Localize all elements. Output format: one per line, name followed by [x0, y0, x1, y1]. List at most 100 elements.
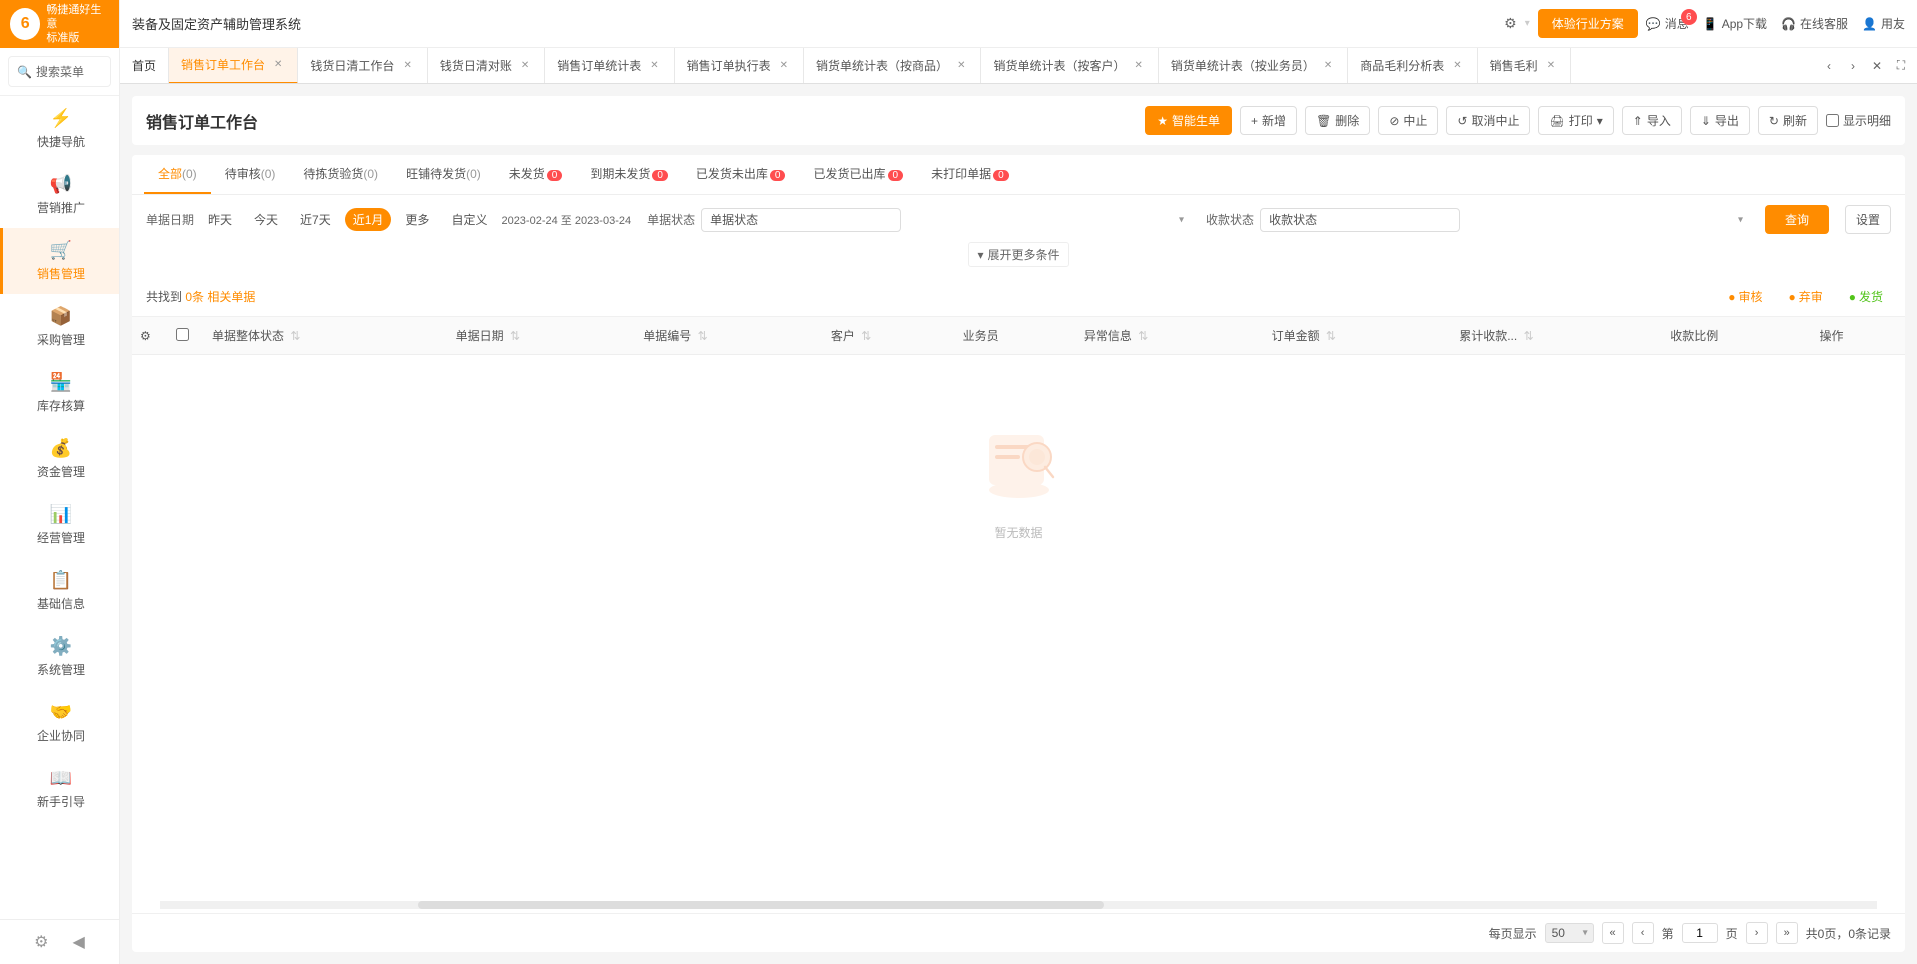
col-number[interactable]: 单据编号 ⇅: [635, 317, 823, 355]
tabs-fullscreen-button[interactable]: ⛶: [1889, 54, 1913, 78]
subtab-unprinted[interactable]: 未打印单据0: [917, 155, 1023, 194]
col-received[interactable]: 累计收款... ⇅: [1451, 317, 1662, 355]
date-opt-1month[interactable]: 近1月: [345, 208, 392, 231]
tab-sales-product[interactable]: 销货单统计表（按商品） ✕: [804, 48, 981, 84]
review-quick-button[interactable]: ● 审核: [1720, 285, 1770, 308]
settings-bottom-button[interactable]: ⚙: [26, 928, 56, 956]
refresh-button[interactable]: ↻ 刷新: [1758, 106, 1818, 135]
tab-sales-exec-close[interactable]: ✕: [777, 59, 791, 72]
cancel-suspend-button[interactable]: ↺ 取消中止: [1446, 106, 1530, 135]
subtab-pending-check[interactable]: 待拣货验货(0): [289, 155, 392, 194]
expand-filter-button[interactable]: ▾ 展开更多条件: [968, 242, 1068, 267]
date-opt-today[interactable]: 今天: [246, 208, 286, 231]
tabs-prev-button[interactable]: ‹: [1817, 54, 1841, 78]
tab-sales-staff[interactable]: 销货单统计表（按业务员） ✕: [1159, 48, 1348, 84]
smart-create-button[interactable]: ★ 智能生单: [1145, 106, 1232, 135]
sidebar-item-marketing[interactable]: 📢 营销推广: [0, 162, 119, 228]
payment-select[interactable]: 收款状态: [1260, 208, 1460, 232]
tab-sales-order-close[interactable]: ✕: [271, 58, 285, 71]
tab-sales-customer[interactable]: 销货单统计表（按客户） ✕: [981, 48, 1158, 84]
date-opt-more[interactable]: 更多: [397, 208, 437, 231]
last-page-button[interactable]: »: [1776, 922, 1798, 944]
date-opt-yesterday[interactable]: 昨天: [200, 208, 240, 231]
tab-cash-verify-close[interactable]: ✕: [518, 59, 532, 72]
delete-button[interactable]: 🗑 删除: [1305, 106, 1370, 135]
sidebar-item-quicknav[interactable]: ⚡ 快捷导航: [0, 96, 119, 162]
show-detail-label[interactable]: 显示明细: [1826, 112, 1891, 129]
add-button[interactable]: + 新增: [1240, 106, 1297, 135]
solution-button[interactable]: 体验行业方案: [1538, 9, 1638, 38]
col-exception[interactable]: 异常信息 ⇅: [1076, 317, 1264, 355]
sidebar-item-inventory[interactable]: 🏪 库存核算: [0, 360, 119, 426]
col-date[interactable]: 单据日期 ⇅: [448, 317, 636, 355]
tab-cash-verify[interactable]: 钱货日清对账 ✕: [428, 48, 545, 84]
subtab-wangpu-ship[interactable]: 旺铺待发货(0): [392, 155, 495, 194]
sidebar-item-finance[interactable]: 💰 资金管理: [0, 426, 119, 492]
prev-page-button[interactable]: ‹: [1632, 922, 1654, 944]
col-salesperson[interactable]: 业务员: [955, 317, 1076, 355]
tab-sales-staff-close[interactable]: ✕: [1321, 59, 1335, 72]
search-menu-button[interactable]: 🔍 搜索菜单: [8, 56, 111, 87]
show-detail-checkbox[interactable]: [1826, 114, 1839, 127]
sidebar-item-collab[interactable]: 🤝 企业协同: [0, 690, 119, 756]
date-opt-custom[interactable]: 自定义: [443, 208, 495, 231]
tab-margin-close[interactable]: ✕: [1450, 59, 1464, 72]
page-size-select[interactable]: 50 20 100: [1545, 923, 1594, 943]
subtab-shipped-out[interactable]: 已发货已出库0: [799, 155, 917, 194]
horizontal-scrollbar[interactable]: [132, 901, 1905, 913]
sidebar-item-purchase[interactable]: 📦 采购管理: [0, 294, 119, 360]
import-button[interactable]: ⇑ 导入: [1622, 106, 1682, 135]
scroll-thumb[interactable]: [418, 901, 1105, 909]
status-select[interactable]: 单据状态: [701, 208, 901, 232]
table-scroll[interactable]: ⚙ 单据整体状态 ⇅ 单据日期 ⇅ 单据编号: [132, 317, 1905, 901]
col-settings[interactable]: ⚙: [132, 317, 168, 355]
col-amount[interactable]: 订单金额 ⇅: [1264, 317, 1452, 355]
tab-sales-more[interactable]: 销售毛利 ✕: [1478, 48, 1571, 84]
tab-sales-customer-close[interactable]: ✕: [1131, 59, 1145, 72]
subtab-all[interactable]: 全部(0): [144, 155, 211, 194]
export-button[interactable]: ⇓ 导出: [1690, 106, 1750, 135]
cancel-review-quick-button[interactable]: ● 弃审: [1780, 285, 1830, 308]
next-page-button[interactable]: ›: [1746, 922, 1768, 944]
tab-cash-daily[interactable]: 钱货日清工作台 ✕: [298, 48, 427, 84]
sidebar-item-guide[interactable]: 📖 新手引导: [0, 756, 119, 822]
sidebar-item-system[interactable]: ⚙️ 系统管理: [0, 624, 119, 690]
settings-filter-button[interactable]: 设置: [1845, 205, 1891, 234]
subtab-overdue[interactable]: 到期未发货0: [576, 155, 682, 194]
collapse-button[interactable]: ◀: [65, 928, 93, 956]
tab-sales-more-close[interactable]: ✕: [1544, 59, 1558, 72]
topbar-gear-icon[interactable]: ⚙: [1504, 15, 1517, 32]
tab-home[interactable]: 首页: [120, 48, 169, 84]
select-all-checkbox[interactable]: [176, 328, 189, 341]
subtab-unshipped[interactable]: 未发货0: [495, 155, 577, 194]
tab-sales-order[interactable]: 销售订单工作台 ✕: [169, 48, 298, 84]
app-download-button[interactable]: 📱 App下载: [1703, 15, 1767, 32]
query-button[interactable]: 查询: [1765, 205, 1829, 234]
sidebar-item-basic[interactable]: 📋 基础信息: [0, 558, 119, 624]
tab-cash-daily-close[interactable]: ✕: [400, 59, 414, 72]
sidebar-item-sales[interactable]: 🛒 销售管理: [0, 228, 119, 294]
print-button[interactable]: 🖨 打印 ▾: [1538, 106, 1613, 135]
user-menu-button[interactable]: 👤 用友: [1862, 15, 1905, 32]
ship-quick-button[interactable]: ● 发货: [1841, 285, 1891, 308]
topbar-dropdown-icon[interactable]: ▾: [1525, 18, 1530, 29]
scroll-track[interactable]: [160, 901, 1877, 909]
tab-sales-exec[interactable]: 销售订单执行表 ✕: [675, 48, 804, 84]
tab-sales-stat[interactable]: 销售订单统计表 ✕: [545, 48, 674, 84]
suspend-button[interactable]: ⊘ 中止: [1378, 106, 1438, 135]
tabs-next-button[interactable]: ›: [1841, 54, 1865, 78]
tab-sales-stat-close[interactable]: ✕: [647, 59, 661, 72]
col-customer[interactable]: 客户 ⇅: [823, 317, 955, 355]
tab-sales-product-close[interactable]: ✕: [954, 59, 968, 72]
col-status[interactable]: 单据整体状态 ⇅: [204, 317, 448, 355]
sidebar-item-operation[interactable]: 📊 经营管理: [0, 492, 119, 558]
online-service-button[interactable]: 🎧 在线客服: [1781, 15, 1848, 32]
date-opt-7days[interactable]: 近7天: [292, 208, 339, 231]
subtab-shipped-not-out[interactable]: 已发货未出库0: [682, 155, 800, 194]
tab-margin[interactable]: 商品毛利分析表 ✕: [1348, 48, 1477, 84]
page-number-input[interactable]: [1682, 923, 1718, 943]
first-page-button[interactable]: «: [1602, 922, 1624, 944]
message-button[interactable]: 💬 消息 6: [1646, 15, 1689, 32]
col-checkbox[interactable]: [168, 317, 204, 355]
subtab-pending-review[interactable]: 待审核(0): [211, 155, 290, 194]
